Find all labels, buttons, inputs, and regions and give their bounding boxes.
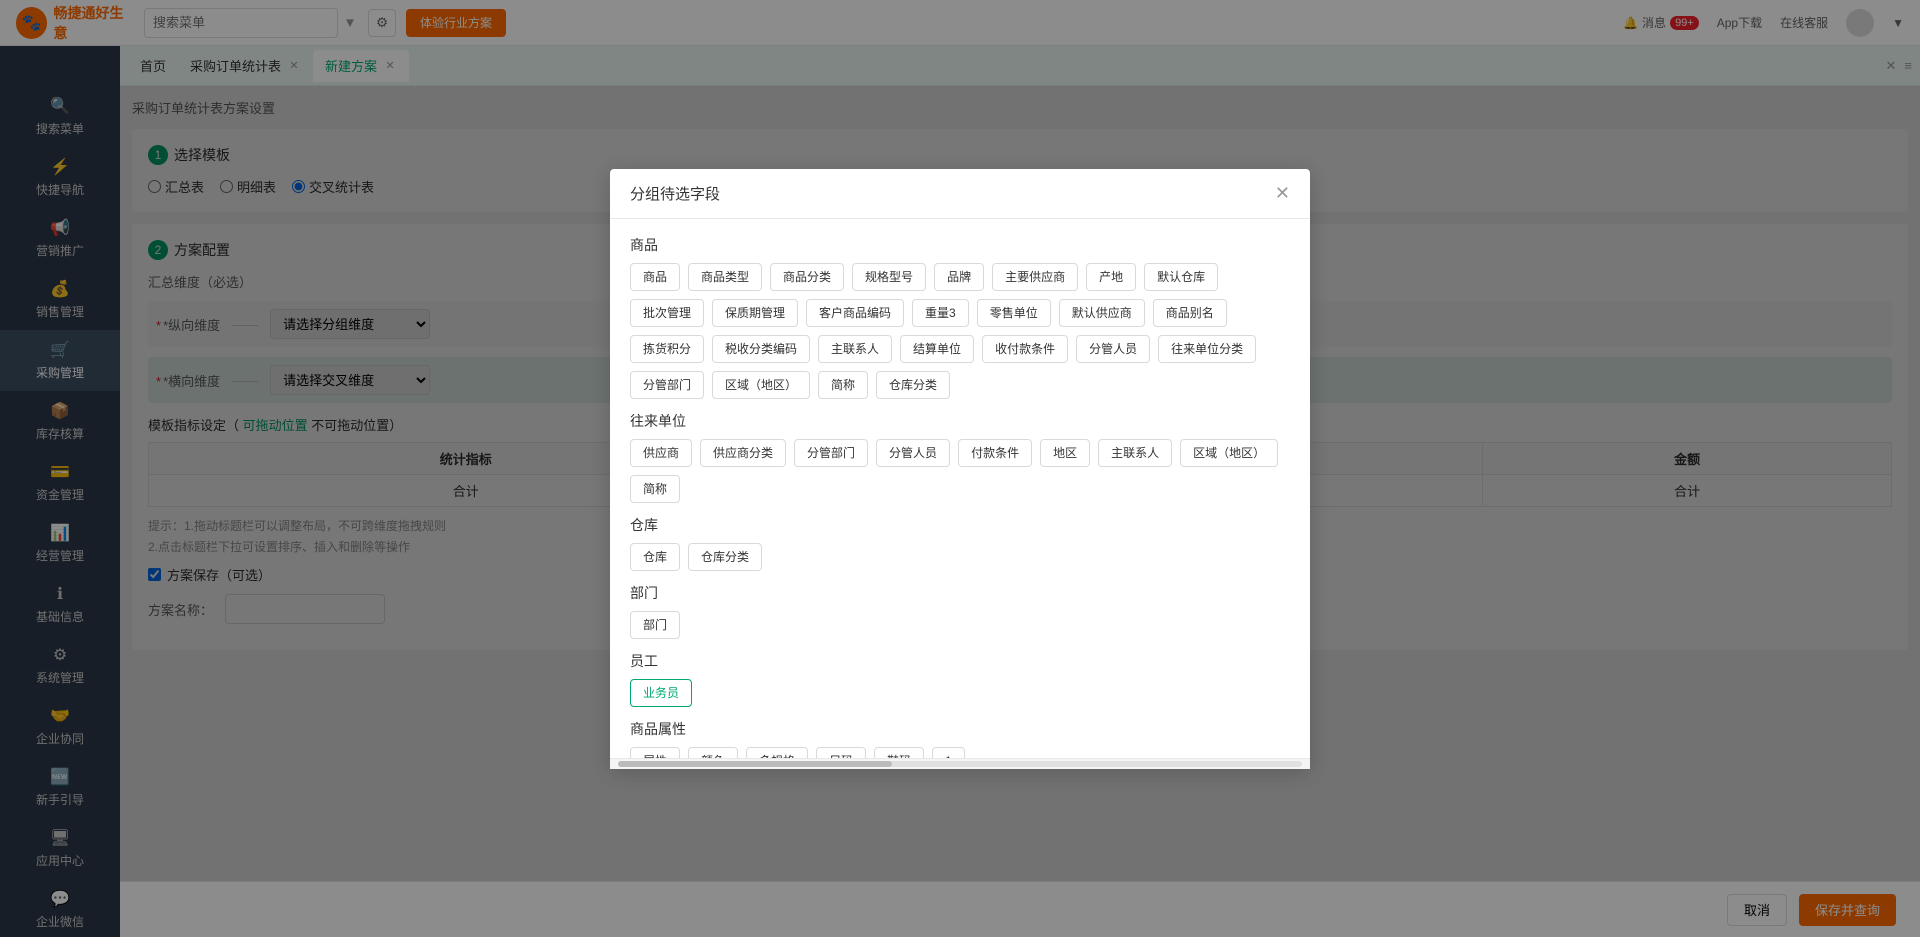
tag-employee-salesperson[interactable]: 业务员: [630, 679, 692, 707]
tag-attr-shoe-size[interactable]: 鞋码: [874, 747, 924, 758]
goods-tag-group: 商品 商品类型 商品分类 规格型号 品牌 主要供应商 产地 默认仓库 批次管理 …: [630, 263, 1290, 399]
tag-goods-spec[interactable]: 规格型号: [852, 263, 926, 291]
modal-close-icon[interactable]: ✕: [1275, 183, 1290, 204]
tag-goods-tax-code[interactable]: 税收分类编码: [712, 335, 810, 363]
section-title-partner: 往来单位: [630, 411, 1290, 431]
dept-tag-group: 部门: [630, 611, 1290, 639]
tag-goods-alias[interactable]: 商品别名: [1153, 299, 1227, 327]
tag-partner-main-contact[interactable]: 主联系人: [1098, 439, 1172, 467]
tag-partner-payment[interactable]: 付款条件: [958, 439, 1032, 467]
tag-goods-type[interactable]: 商品类型: [688, 263, 762, 291]
section-title-goods-attr: 商品属性: [630, 719, 1290, 739]
modal-title: 分组待选字段: [630, 183, 720, 204]
tag-goods-batch[interactable]: 批次管理: [630, 299, 704, 327]
modal-body: 商品 商品 商品类型 商品分类 规格型号 品牌 主要供应商 产地 默认仓库 批次…: [610, 219, 1310, 758]
tag-goods-payment[interactable]: 收付款条件: [982, 335, 1068, 363]
tag-partner-area[interactable]: 区域（地区）: [1180, 439, 1278, 467]
tag-goods-dept[interactable]: 分管部门: [630, 371, 704, 399]
tag-attr-multi-spec[interactable]: 多规格: [746, 747, 808, 758]
tag-attr-color[interactable]: 颜色: [688, 747, 738, 758]
tag-dept-dept[interactable]: 部门: [630, 611, 680, 639]
horizontal-scrollbar-thumb[interactable]: [618, 761, 892, 767]
tag-goods-retail-unit[interactable]: 零售单位: [977, 299, 1051, 327]
partner-tag-group: 供应商 供应商分类 分管部门 分管人员 付款条件 地区 主联系人 区域（地区） …: [630, 439, 1290, 503]
tag-goods-short-name[interactable]: 简称: [818, 371, 868, 399]
tag-warehouse-cat[interactable]: 仓库分类: [688, 543, 762, 571]
section-title-employee: 员工: [630, 651, 1290, 671]
tag-warehouse-warehouse[interactable]: 仓库: [630, 543, 680, 571]
tag-goods-region[interactable]: 区域（地区）: [712, 371, 810, 399]
tag-partner-region[interactable]: 地区: [1040, 439, 1090, 467]
tag-attr-attr[interactable]: 属性: [630, 747, 680, 758]
warehouse-tag-group: 仓库 仓库分类: [630, 543, 1290, 571]
tag-partner-admin[interactable]: 分管人员: [876, 439, 950, 467]
tag-attr-size[interactable]: 尺码: [816, 747, 866, 758]
section-title-dept: 部门: [630, 583, 1290, 603]
tag-goods-main-supplier[interactable]: 主要供应商: [992, 263, 1078, 291]
employee-tag-group: 业务员: [630, 679, 1290, 707]
modal-overlay: 分组待选字段 ✕ 商品 商品 商品类型 商品分类 规格型号 品牌 主要供应商 产…: [0, 0, 1920, 937]
tag-goods-brand[interactable]: 品牌: [934, 263, 984, 291]
tag-goods-main-contact[interactable]: 主联系人: [818, 335, 892, 363]
tag-goods-weight3[interactable]: 重量3: [912, 299, 969, 327]
tag-goods-expiry[interactable]: 保质期管理: [712, 299, 798, 327]
tag-goods-settle-unit[interactable]: 结算单位: [900, 335, 974, 363]
tag-goods-warehouse-cat[interactable]: 仓库分类: [876, 371, 950, 399]
tag-attr-1[interactable]: 1: [932, 747, 965, 758]
goods-attr-tag-group: 属性 颜色 多规格 尺码 鞋码 1: [630, 747, 1290, 758]
tag-goods-partner-cat[interactable]: 往来单位分类: [1158, 335, 1256, 363]
modal-dialog: 分组待选字段 ✕ 商品 商品 商品类型 商品分类 规格型号 品牌 主要供应商 产…: [610, 169, 1310, 769]
tag-partner-short-name[interactable]: 简称: [630, 475, 680, 503]
horizontal-scrollbar-track[interactable]: [618, 761, 1302, 767]
tag-goods-category[interactable]: 商品分类: [770, 263, 844, 291]
section-title-goods: 商品: [630, 235, 1290, 255]
tag-goods-cust-code[interactable]: 客户商品编码: [806, 299, 904, 327]
tag-partner-dept[interactable]: 分管部门: [794, 439, 868, 467]
modal-header: 分组待选字段 ✕: [610, 169, 1310, 219]
tag-partner-supplier-cat[interactable]: 供应商分类: [700, 439, 786, 467]
tag-goods-default-warehouse[interactable]: 默认仓库: [1144, 263, 1218, 291]
tag-goods-origin[interactable]: 产地: [1086, 263, 1136, 291]
tag-goods-admin[interactable]: 分管人员: [1076, 335, 1150, 363]
section-title-warehouse: 仓库: [630, 515, 1290, 535]
tag-goods-pick-score[interactable]: 拣货积分: [630, 335, 704, 363]
tag-goods-goods[interactable]: 商品: [630, 263, 680, 291]
tag-partner-supplier[interactable]: 供应商: [630, 439, 692, 467]
modal-footer-scroll: [610, 758, 1310, 769]
tag-goods-default-supplier[interactable]: 默认供应商: [1059, 299, 1145, 327]
